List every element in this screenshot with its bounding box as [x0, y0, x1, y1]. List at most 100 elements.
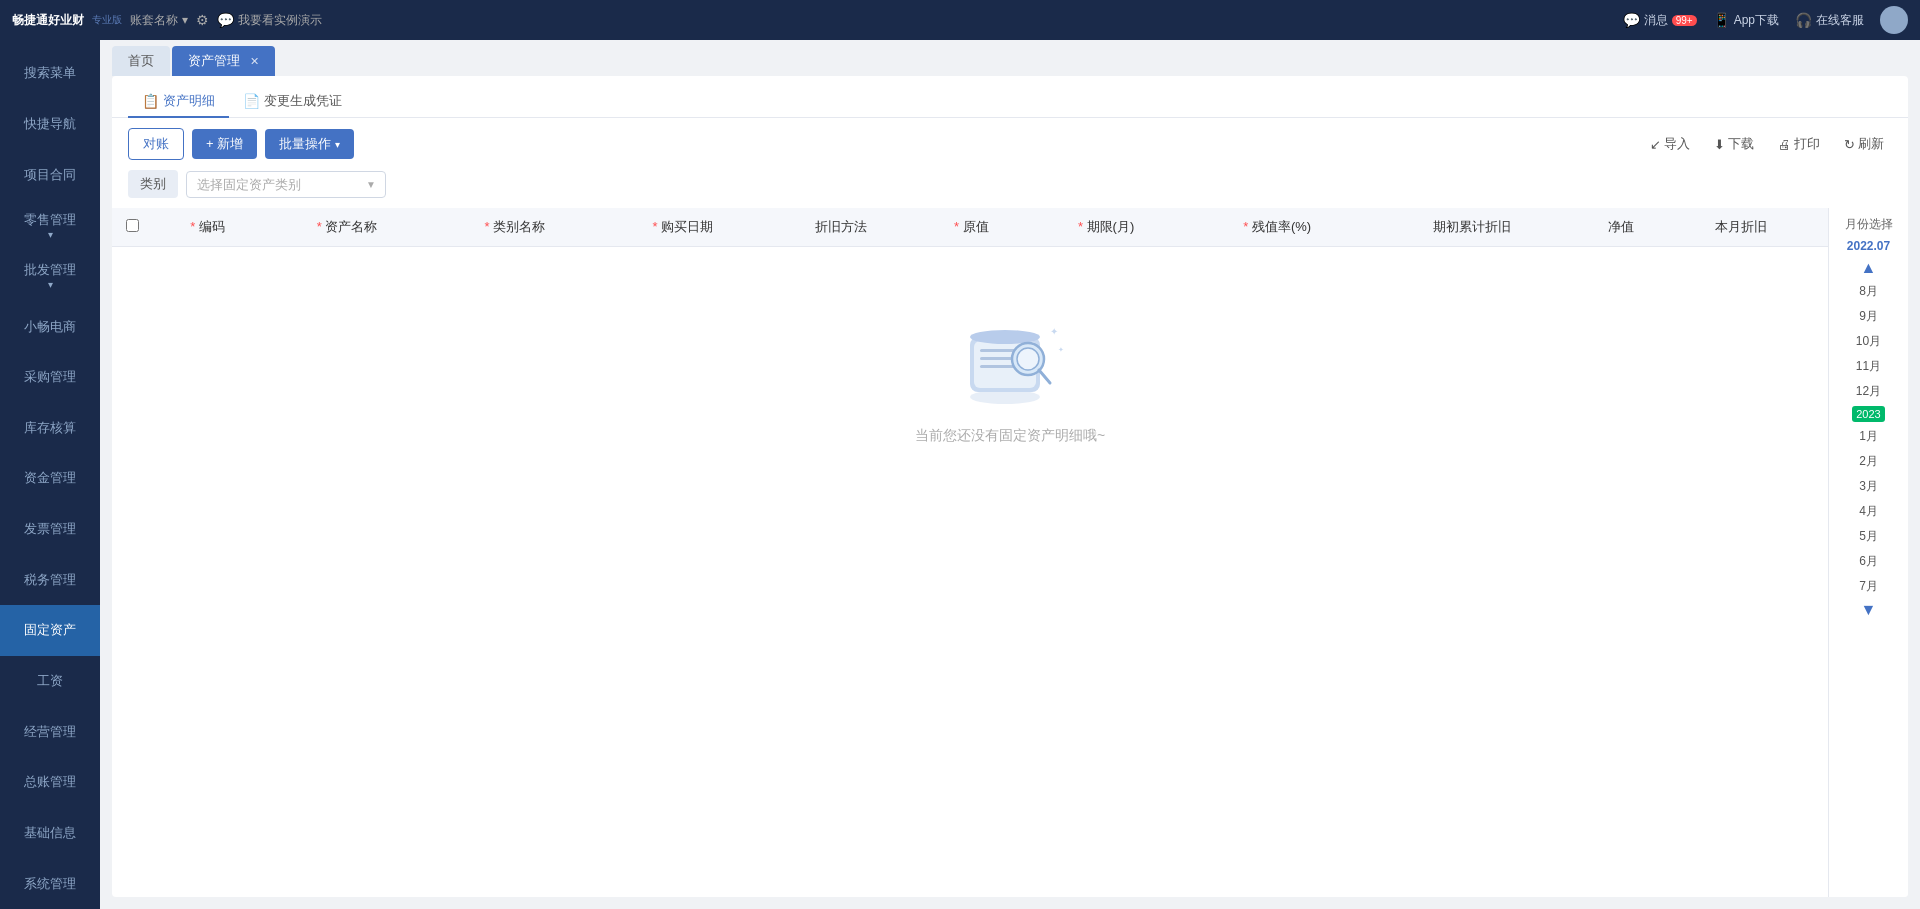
svg-rect-5 — [980, 365, 1016, 368]
svg-point-0 — [970, 390, 1040, 404]
demo-link[interactable]: 💬 我要看实例演示 — [217, 12, 322, 29]
month-up-arrow-icon[interactable]: ▲ — [1861, 259, 1877, 277]
batch-dropdown-icon: ▾ — [335, 139, 340, 150]
tabs-bar: 首页 资产管理 ✕ — [100, 40, 1920, 76]
topbar-left: 畅捷通好业财 专业版 账套名称 ▾ ⚙ 💬 我要看实例演示 — [12, 12, 1623, 29]
month-picker-panel: 月份选择 2022.07 ▲ 8月 9月 10月 11月 12月 2023 1月… — [1828, 208, 1908, 897]
sidebar-item-tax[interactable]: 税务管理 — [0, 554, 100, 605]
category-select[interactable]: 选择固定资产类别 — [186, 171, 386, 198]
reconcile-button[interactable]: 对账 — [128, 128, 184, 160]
select-all-checkbox[interactable] — [126, 219, 139, 232]
sub-tab-change-voucher[interactable]: 📄 变更生成凭证 — [229, 86, 356, 118]
message-icon: 💬 — [1623, 12, 1640, 28]
sidebar-item-wholesale[interactable]: 批发管理 ▾ — [0, 251, 100, 302]
app-name: 畅捷通好业财 — [12, 12, 84, 29]
sidebar-item-project[interactable]: 项目合同 — [0, 149, 100, 200]
app-download-icon: 📱 — [1713, 12, 1730, 28]
month-picker-title: 月份选择 — [1845, 216, 1893, 233]
wholesale-arrow-icon: ▾ — [48, 279, 53, 290]
th-period-accumulated: 期初累计折旧 — [1369, 208, 1575, 247]
sidebar-item-search[interactable]: 搜索菜单 — [0, 48, 100, 99]
month-3[interactable]: 3月 — [1839, 474, 1899, 499]
sidebar-item-inventory[interactable]: 库存核算 — [0, 402, 100, 453]
topbar: 畅捷通好业财 专业版 账套名称 ▾ ⚙ 💬 我要看实例演示 💬 消息 99+ 📱… — [0, 0, 1920, 40]
sidebar-label-project: 项目合同 — [24, 166, 76, 184]
toolbar-right: ↙ 导入 ⬇ 下载 🖨 打印 ↻ 刷新 — [1642, 129, 1892, 159]
svg-rect-4 — [980, 357, 1012, 360]
month-8[interactable]: 8月 — [1839, 279, 1899, 304]
sidebar-item-finance[interactable]: 资金管理 — [0, 453, 100, 504]
sidebar-item-purchase[interactable]: 采购管理 — [0, 352, 100, 403]
month-9[interactable]: 9月 — [1839, 304, 1899, 329]
download-icon: ⬇ — [1714, 137, 1725, 152]
th-period-months: 期限(月) — [1027, 208, 1185, 247]
batch-button[interactable]: 批量操作 ▾ — [265, 129, 354, 159]
sidebar-label-tax: 税务管理 — [24, 571, 76, 589]
month-down-arrow-icon[interactable]: ▼ — [1861, 601, 1877, 619]
asset-detail-icon: 📋 — [142, 93, 159, 109]
sidebar-item-invoice[interactable]: 发票管理 — [0, 504, 100, 555]
account-name[interactable]: 账套名称 ▾ — [130, 12, 188, 29]
online-service-button[interactable]: 🎧 在线客服 — [1795, 12, 1864, 29]
month-2[interactable]: 2月 — [1839, 449, 1899, 474]
sidebar-label-salary: 工资 — [37, 672, 63, 690]
sidebar: 搜索菜单 快捷导航 项目合同 零售管理 ▾ 批发管理 ▾ 小畅电商 采购管理 库… — [0, 40, 100, 909]
toolbar: 对账 + 新增 批量操作 ▾ ↙ 导入 ⬇ 下载 — [112, 118, 1908, 170]
tab-home[interactable]: 首页 — [112, 46, 170, 76]
sidebar-label-search: 搜索菜单 — [24, 64, 76, 82]
sidebar-item-system[interactable]: 系统管理 — [0, 858, 100, 909]
content-area: 首页 资产管理 ✕ 📋 资产明细 📄 变更生成凭证 — [100, 40, 1920, 909]
settings-icon[interactable]: ⚙ — [196, 12, 209, 28]
sidebar-item-salary[interactable]: 工资 — [0, 656, 100, 707]
user-avatar[interactable] — [1880, 6, 1908, 34]
th-code: 编码 — [152, 208, 263, 247]
year-2023-badge: 2023 — [1852, 406, 1884, 422]
th-net-value: 净值 — [1575, 208, 1667, 247]
svg-line-9 — [1039, 370, 1050, 383]
print-icon: 🖨 — [1778, 137, 1791, 152]
sidebar-label-purchase: 采购管理 — [24, 368, 76, 386]
tab-asset-mgmt[interactable]: 资产管理 ✕ — [172, 46, 275, 76]
month-1[interactable]: 1月 — [1839, 424, 1899, 449]
month-5[interactable]: 5月 — [1839, 524, 1899, 549]
month-12[interactable]: 12月 — [1839, 379, 1899, 404]
sidebar-item-management[interactable]: 经营管理 — [0, 706, 100, 757]
sidebar-item-quick-nav[interactable]: 快捷导航 — [0, 99, 100, 150]
th-purchase-date: 购买日期 — [599, 208, 767, 247]
category-select-wrap[interactable]: 选择固定资产类别 — [186, 171, 386, 198]
month-4[interactable]: 4月 — [1839, 499, 1899, 524]
svg-text:✦: ✦ — [1050, 326, 1058, 337]
sidebar-item-retail[interactable]: 零售管理 ▾ — [0, 200, 100, 251]
sub-tab-asset-detail[interactable]: 📋 资产明细 — [128, 86, 229, 118]
sidebar-item-fixed-assets[interactable]: 固定资产 — [0, 605, 100, 656]
sidebar-item-ecommerce[interactable]: 小畅电商 — [0, 301, 100, 352]
tab-close-icon[interactable]: ✕ — [250, 55, 259, 67]
th-monthly-depreciation: 本月折旧 — [1667, 208, 1816, 247]
dropdown-icon[interactable]: ▾ — [182, 13, 188, 27]
messages-button[interactable]: 💬 消息 99+ — [1623, 12, 1697, 29]
app-download-button[interactable]: 📱 App下载 — [1713, 12, 1779, 29]
table-body: ✦ ✦ 当前您还没有固定资产明细哦~ — [112, 247, 1908, 506]
th-asset-name: 资产名称 — [263, 208, 431, 247]
import-icon: ↙ — [1650, 137, 1661, 152]
import-button[interactable]: ↙ 导入 — [1642, 129, 1698, 159]
print-button[interactable]: 🖨 打印 — [1770, 129, 1828, 159]
change-voucher-icon: 📄 — [243, 93, 260, 109]
empty-text: 当前您还没有固定资产明细哦~ — [915, 427, 1105, 445]
topbar-right: 💬 消息 99+ 📱 App下载 🎧 在线客服 — [1623, 6, 1908, 34]
month-7[interactable]: 7月 — [1839, 574, 1899, 599]
retail-arrow-icon: ▾ — [48, 229, 53, 240]
page-body: 📋 资产明细 📄 变更生成凭证 对账 + 新增 批量操作 — [112, 76, 1908, 897]
sidebar-label-finance: 资金管理 — [24, 469, 76, 487]
month-10[interactable]: 10月 — [1839, 329, 1899, 354]
messages-label: 消息 — [1644, 12, 1668, 29]
refresh-button[interactable]: ↻ 刷新 — [1836, 129, 1892, 159]
sidebar-item-general-ledger[interactable]: 总账管理 — [0, 757, 100, 808]
sidebar-label-invoice: 发票管理 — [24, 520, 76, 538]
month-6[interactable]: 6月 — [1839, 549, 1899, 574]
sidebar-item-basic-info[interactable]: 基础信息 — [0, 808, 100, 859]
table-wrap: 编码 资产名称 类别名称 购买日期 — [112, 208, 1908, 897]
download-button[interactable]: ⬇ 下载 — [1706, 129, 1762, 159]
add-button[interactable]: + 新增 — [192, 129, 257, 159]
month-11[interactable]: 11月 — [1839, 354, 1899, 379]
